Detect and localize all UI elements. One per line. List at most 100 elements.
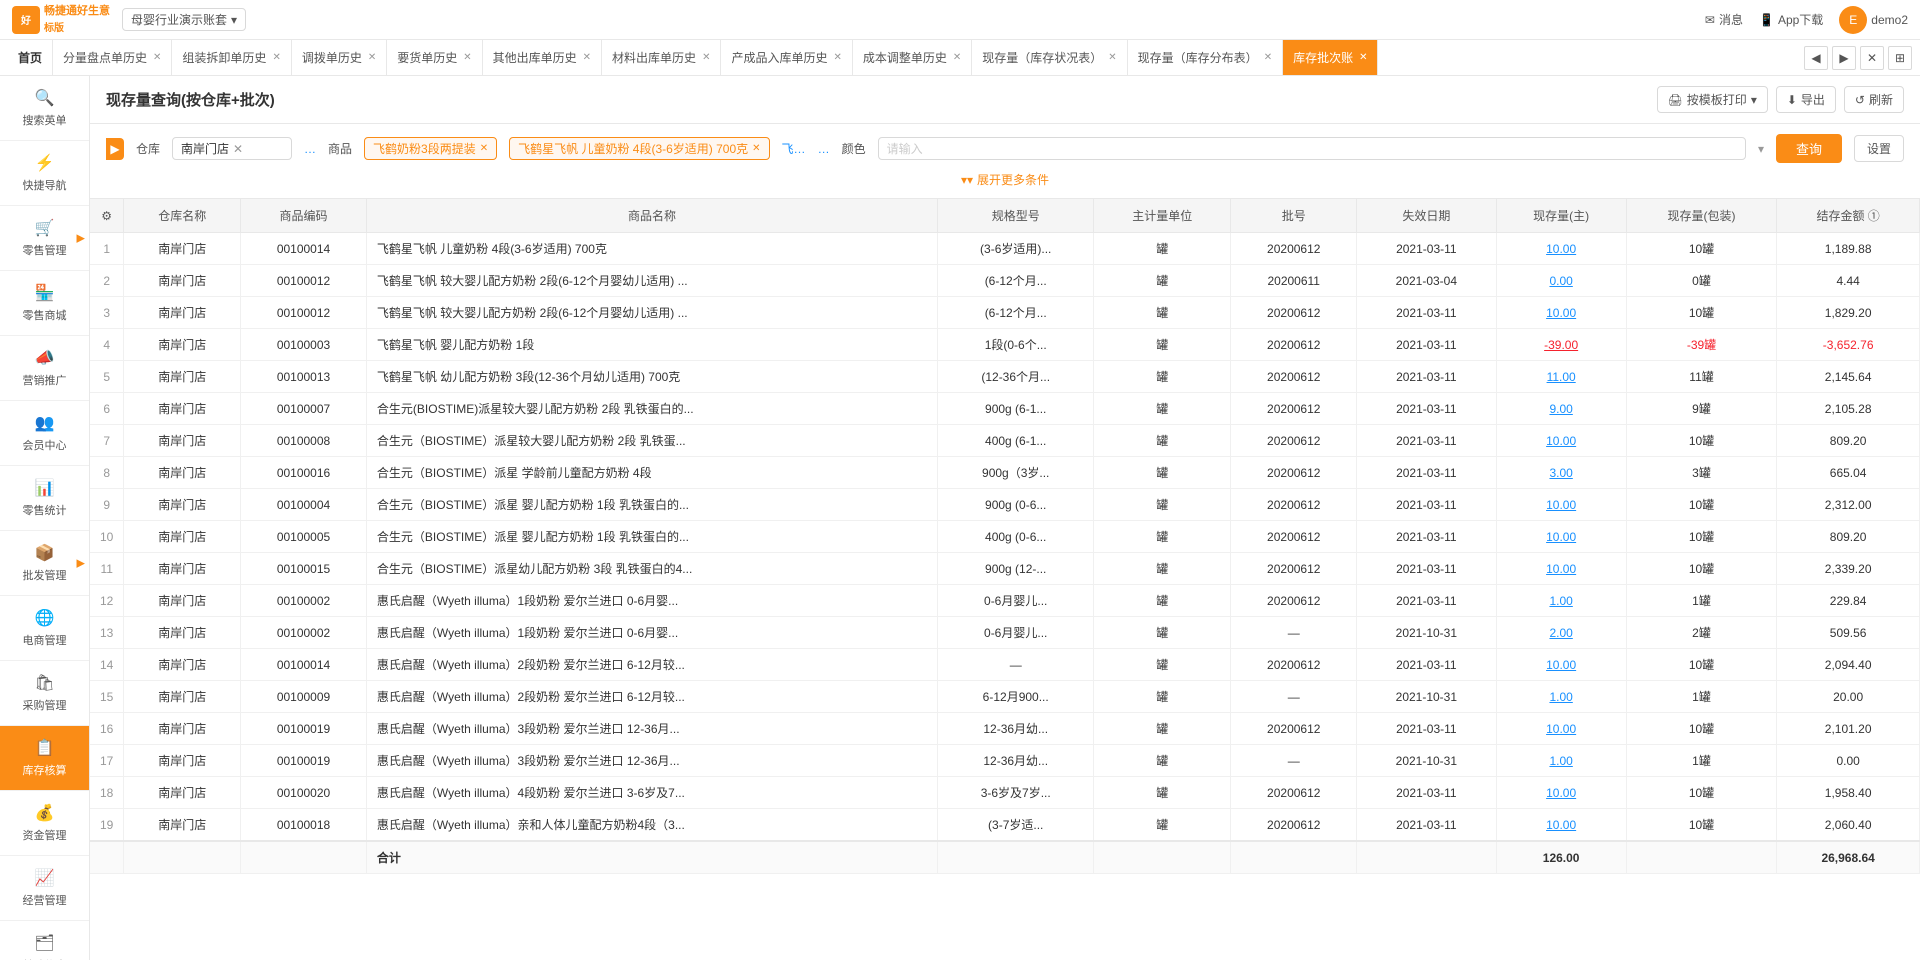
cell-stock-main[interactable]: 10.00 — [1496, 809, 1626, 842]
cell-stock-main[interactable]: 0.00 — [1496, 265, 1626, 297]
export-button[interactable]: ⬇ 导出 — [1776, 86, 1836, 113]
tab-chengben[interactable]: 成本调整单历史 ✕ — [853, 40, 972, 76]
cell-stock-main[interactable]: 10.00 — [1496, 713, 1626, 745]
cell-stock-main[interactable]: 11.00 — [1496, 361, 1626, 393]
col-spec: 规格型号 — [938, 199, 1094, 233]
close-icon[interactable]: ✕ — [752, 143, 760, 154]
close-icon[interactable]: ✕ — [583, 52, 591, 63]
col-setting[interactable]: ⚙ — [90, 199, 124, 233]
app-download-button[interactable]: 📱 App下载 — [1759, 11, 1823, 28]
cell-stock-main[interactable]: 1.00 — [1496, 745, 1626, 777]
sidebar-item-finance[interactable]: 💰 资金管理 — [0, 791, 89, 856]
close-icon[interactable]: ✕ — [1108, 52, 1116, 63]
sidebar-item-search[interactable]: 🔍 搜索英单 — [0, 76, 89, 141]
purchase-icon: 🛍 — [34, 673, 54, 693]
tab-qita[interactable]: 其他出库单历史 ✕ — [483, 40, 602, 76]
close-icon[interactable]: ✕ — [1359, 52, 1367, 63]
product-tag-1[interactable]: 飞鹤奶粉3段两提装 ✕ — [364, 137, 497, 160]
tab-menu-button[interactable]: ⊞ — [1888, 46, 1912, 70]
settings-button[interactable]: 设置 — [1854, 135, 1904, 162]
tab-home[interactable]: 首页 — [8, 40, 53, 76]
cell-stock-main[interactable]: 10.00 — [1496, 649, 1626, 681]
cell-stock-main[interactable]: 10.00 — [1496, 777, 1626, 809]
row-index: 16 — [90, 713, 124, 745]
table-row: 11南岸门店00100015合生元（BIOSTIME）派星幼儿配方奶粉 3段 乳… — [90, 553, 1920, 585]
sidebar-item-wholesale[interactable]: 📦 批发管理 ▶ — [0, 531, 89, 596]
cell-stock-main[interactable]: 10.00 — [1496, 297, 1626, 329]
tab-close-button[interactable]: ✕ — [1860, 46, 1884, 70]
close-icon[interactable]: ✕ — [272, 52, 280, 63]
query-button[interactable]: 查询 — [1776, 134, 1842, 163]
sidebar-item-member[interactable]: 👥 会员中心 — [0, 401, 89, 466]
sidebar-item-inventory[interactable]: 📋 库存核算 — [0, 726, 89, 791]
tab-cailiao[interactable]: 材料出库单历史 ✕ — [602, 40, 721, 76]
cell-5: 罐 — [1094, 393, 1231, 425]
tab-fenbiao[interactable]: 现存量（库存分布表） ✕ — [1128, 40, 1283, 76]
close-icon[interactable]: ✕ — [480, 143, 488, 154]
sidebar-item-marketing[interactable]: 📣 营销推广 — [0, 336, 89, 401]
cell-stock-main[interactable]: 2.00 — [1496, 617, 1626, 649]
cell-4: 900g (0-6... — [938, 489, 1094, 521]
chevron-down-icon: ▾ — [231, 13, 237, 27]
user-menu[interactable]: E demo2 — [1839, 6, 1908, 34]
warehouse-filter[interactable]: 南岸门店 ✕ — [172, 137, 292, 160]
refresh-button[interactable]: ↺ 刷新 — [1844, 86, 1904, 113]
cell-5: 罐 — [1094, 809, 1231, 842]
sidebar-item-retail-mgmt[interactable]: 🛒 零售管理 ▶ — [0, 206, 89, 271]
cell-2: 00100015 — [241, 553, 367, 585]
cell-stock-main[interactable]: 10.00 — [1496, 233, 1626, 265]
tab-xunzhuang[interactable]: 现存量（库存状况表） ✕ — [972, 40, 1127, 76]
cell-6: 20200612 — [1231, 329, 1357, 361]
print-button[interactable]: 🖨 按模板打印 ▾ — [1657, 86, 1768, 113]
sidebar-expand-button[interactable]: ▶ — [106, 138, 124, 160]
close-icon[interactable]: ✕ — [833, 52, 841, 63]
cell-stock-main[interactable]: 10.00 — [1496, 489, 1626, 521]
close-icon[interactable]: ✕ — [153, 52, 161, 63]
cell-stock-main[interactable]: 3.00 — [1496, 457, 1626, 489]
tab-zuhe[interactable]: 组装拆卸单历史 ✕ — [172, 40, 291, 76]
color-filter[interactable]: 请输入 — [878, 137, 1746, 160]
product-tag-2[interactable]: 飞鹤星飞帆 儿童奶粉 4段(3-6岁适用) 700克 ✕ — [509, 137, 769, 160]
row-index: 7 — [90, 425, 124, 457]
more-product-icon[interactable]: 飞… — [782, 140, 806, 157]
more-product-icon2[interactable]: … — [818, 142, 830, 156]
sidebar-item-ecommerce[interactable]: 🌐 电商管理 — [0, 596, 89, 661]
cell-7: 2021-03-11 — [1357, 649, 1496, 681]
cell-stock-main[interactable]: 10.00 — [1496, 425, 1626, 457]
close-icon[interactable]: ✕ — [953, 52, 961, 63]
tab-fenpan[interactable]: 分量盘点单历史 ✕ — [53, 40, 172, 76]
cell-stock-main[interactable]: 1.00 — [1496, 585, 1626, 617]
tab-diaob[interactable]: 调拨单历史 ✕ — [292, 40, 387, 76]
close-icon[interactable]: ✕ — [1264, 52, 1272, 63]
sidebar-item-baseinfo[interactable]: 🗂 基础信息 — [0, 921, 89, 960]
close-icon[interactable]: ✕ — [463, 52, 471, 63]
close-icon[interactable]: ✕ — [368, 52, 376, 63]
sidebar-item-retail-stats[interactable]: 📊 零售统计 — [0, 466, 89, 531]
cell-stock-main[interactable]: 10.00 — [1496, 553, 1626, 585]
sidebar-item-business[interactable]: 📈 经营管理 — [0, 856, 89, 921]
tab-chengpin[interactable]: 产成品入库单历史 ✕ — [721, 40, 852, 76]
close-icon[interactable]: ✕ — [702, 52, 710, 63]
more-warehouse-icon[interactable]: … — [304, 142, 316, 156]
sidebar-item-quicknav[interactable]: ⚡ 快捷导航 — [0, 141, 89, 206]
cell-stock-main[interactable]: 1.00 — [1496, 681, 1626, 713]
table-row: 2南岸门店00100012飞鹤星飞帆 较大婴儿配方奶粉 2段(6-12个月婴幼儿… — [90, 265, 1920, 297]
sidebar-item-retail-shop[interactable]: 🏪 零售商城 — [0, 271, 89, 336]
cell-stock-main[interactable]: 10.00 — [1496, 521, 1626, 553]
tab-next-button[interactable]: ▶ — [1832, 46, 1856, 70]
tab-pizhang[interactable]: 库存批次账 ✕ — [1283, 40, 1378, 76]
expand-more-button[interactable]: ▾▾ 展开更多条件 — [961, 171, 1049, 188]
cell-5: 罐 — [1094, 457, 1231, 489]
col-name: 商品名称 — [366, 199, 937, 233]
cell-4: (6-12个月... — [938, 265, 1094, 297]
tab-yaohuo[interactable]: 要货单历史 ✕ — [387, 40, 482, 76]
sidebar-item-purchase[interactable]: 🛍 采购管理 — [0, 661, 89, 726]
close-icon[interactable]: ✕ — [233, 142, 243, 156]
org-selector[interactable]: 母婴行业演示账套 ▾ — [122, 8, 246, 31]
cell-stock-main[interactable]: -39.00 — [1496, 329, 1626, 361]
cell-amount: 1,829.20 — [1777, 297, 1920, 329]
message-button[interactable]: ✉ 消息 — [1705, 11, 1743, 28]
cell-stock-main[interactable]: 9.00 — [1496, 393, 1626, 425]
stats-icon: 📊 — [35, 478, 55, 498]
tab-prev-button[interactable]: ◀ — [1804, 46, 1828, 70]
